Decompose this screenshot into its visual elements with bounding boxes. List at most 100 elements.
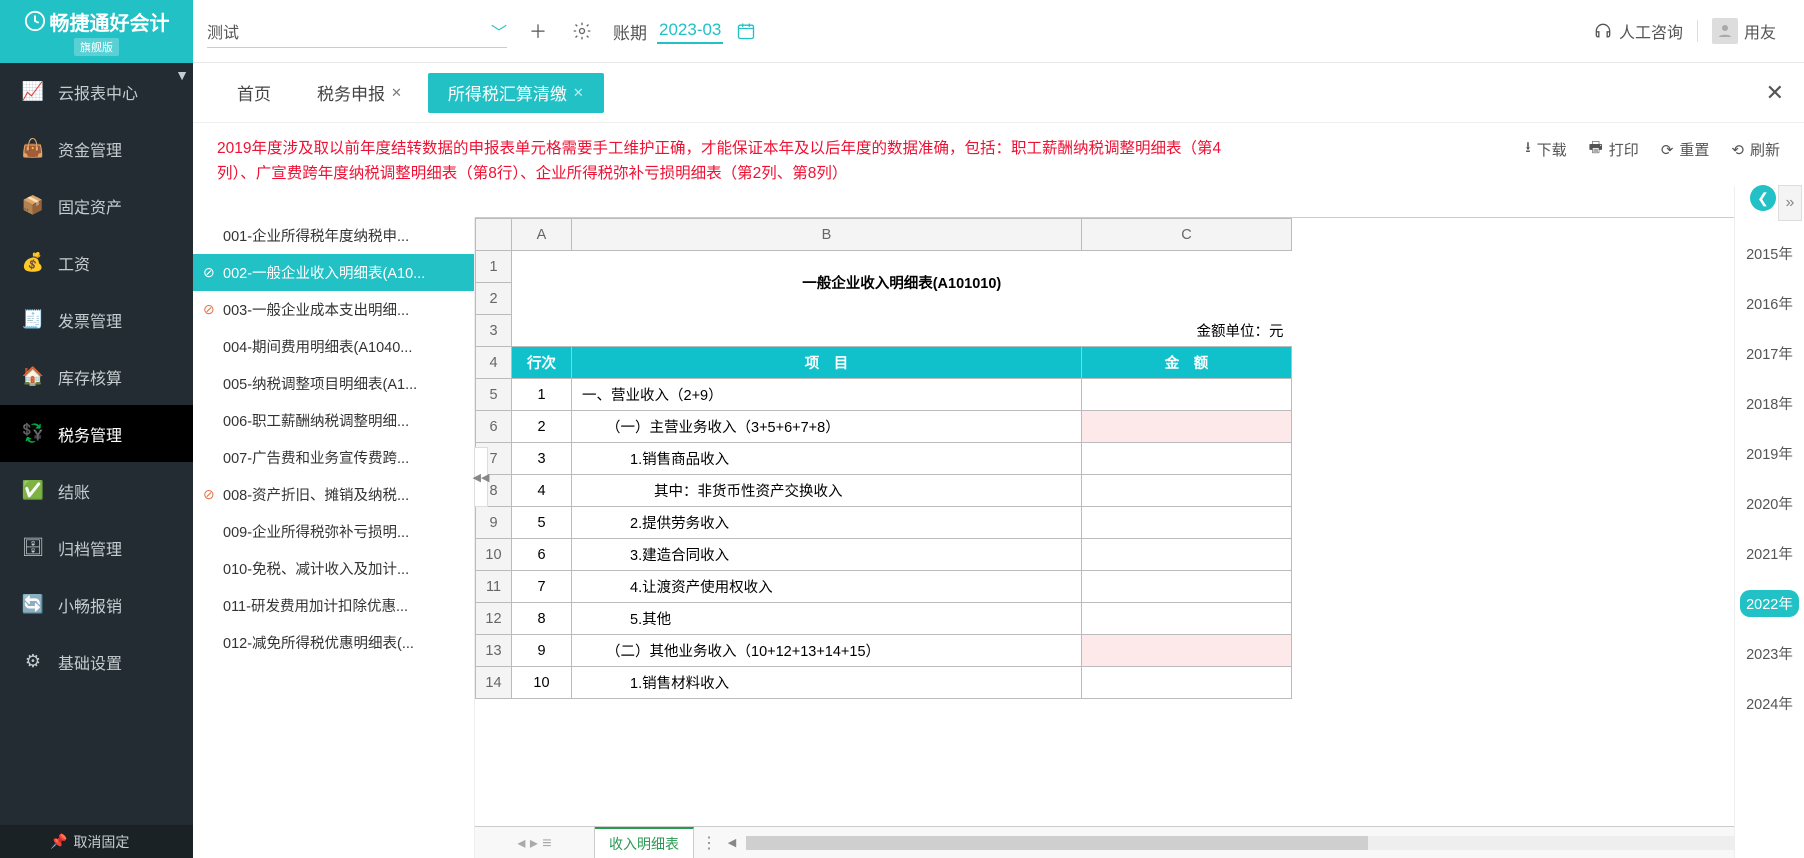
item-cell[interactable]: （二）其他业务收入（10+12+13+14+15） <box>572 635 1082 667</box>
sidebar-item[interactable]: 🔄小畅报销 <box>0 576 193 633</box>
amount-cell[interactable] <box>1082 539 1292 571</box>
unpin-button[interactable]: 📌 取消固定 <box>0 825 193 858</box>
page-tab[interactable]: 所得税汇算清缴✕ <box>428 73 604 113</box>
support-link[interactable]: 人工咨询 <box>1593 19 1683 43</box>
year-item[interactable]: 2019年 <box>1740 440 1799 467</box>
line-cell[interactable]: 5 <box>512 507 572 539</box>
sidebar-item[interactable]: 💱税务管理 <box>0 405 193 462</box>
item-cell[interactable]: 1.销售商品收入 <box>572 443 1082 475</box>
line-cell[interactable]: 9 <box>512 635 572 667</box>
year-item[interactable]: 2016年 <box>1740 290 1799 317</box>
line-cell[interactable]: 3 <box>512 443 572 475</box>
amount-cell[interactable] <box>1082 379 1292 411</box>
amount-cell[interactable] <box>1082 507 1292 539</box>
item-cell[interactable]: 一、营业收入（2+9） <box>572 379 1082 411</box>
add-button[interactable]: ＋ <box>525 18 551 44</box>
line-cell[interactable]: 2 <box>512 411 572 443</box>
sidebar-item[interactable]: 👜资金管理 <box>0 120 193 177</box>
year-rail-expand-icon[interactable]: » <box>1778 185 1802 221</box>
collapse-form-list-icon[interactable]: ◀◀ <box>474 447 488 507</box>
item-cell[interactable]: 1.销售材料收入 <box>572 667 1082 699</box>
sidebar-item[interactable]: 🏠库存核算 <box>0 348 193 405</box>
year-item[interactable]: 2022年 <box>1740 590 1799 617</box>
year-item[interactable]: 2021年 <box>1740 540 1799 567</box>
spreadsheet[interactable]: A B C 1一般企业收入明细表(A101010) 2 3金额单位：元 4 行次… <box>475 218 1292 699</box>
line-cell[interactable]: 7 <box>512 571 572 603</box>
year-item[interactable]: 2023年 <box>1740 640 1799 667</box>
calendar-icon[interactable] <box>733 18 759 44</box>
year-item[interactable]: 2017年 <box>1740 340 1799 367</box>
download-button[interactable]: ⭳下载 <box>1525 137 1566 162</box>
row-header[interactable]: 6 <box>476 411 512 443</box>
amount-cell[interactable] <box>1082 603 1292 635</box>
line-cell[interactable]: 4 <box>512 475 572 507</box>
amount-cell[interactable] <box>1082 475 1292 507</box>
item-cell[interactable]: 其中：非货币性资产交换收入 <box>572 475 1082 507</box>
form-list-item[interactable]: 011-研发费用加计扣除优惠... <box>193 587 474 624</box>
item-cell[interactable]: （一）主营业务收入（3+5+6+7+8） <box>572 411 1082 443</box>
sidebar-item[interactable]: 📦固定资产 <box>0 177 193 234</box>
item-cell[interactable]: 2.提供劳务收入 <box>572 507 1082 539</box>
year-item[interactable]: 2024年 <box>1740 690 1799 717</box>
sidebar-item[interactable]: 🧾发票管理 <box>0 291 193 348</box>
form-list-item[interactable]: ⊘002-一般企业收入明细表(A10... <box>193 254 474 291</box>
period-value[interactable]: 2023-03 <box>657 18 723 44</box>
tenant-select[interactable]: 测试 ﹀ <box>207 15 507 48</box>
form-list-item[interactable]: 009-企业所得税弥补亏损明... <box>193 513 474 550</box>
sidebar-item[interactable]: 💰工资 <box>0 234 193 291</box>
user-menu[interactable]: 用友 <box>1712 18 1776 44</box>
row-header[interactable]: 14 <box>476 667 512 699</box>
form-list-item[interactable]: ⊘008-资产折旧、摊销及纳税... <box>193 476 474 513</box>
form-list-item[interactable]: ⊘003-一般企业成本支出明细... <box>193 291 474 328</box>
tab-close-icon[interactable]: ✕ <box>573 85 584 101</box>
form-list-item[interactable]: 010-免税、减计收入及加计... <box>193 550 474 587</box>
page-tab[interactable]: 首页 <box>217 73 291 113</box>
year-item[interactable]: 2018年 <box>1740 390 1799 417</box>
sidebar-item[interactable]: 🗄归档管理 <box>0 519 193 576</box>
sidebar-item[interactable]: ✅结账 <box>0 462 193 519</box>
row-header[interactable]: 4 <box>476 347 512 379</box>
col-header-A[interactable]: A <box>512 219 572 251</box>
row-header[interactable]: 3 <box>476 315 512 347</box>
sheet-tab-active[interactable]: 收入明细表 <box>595 827 694 858</box>
amount-cell[interactable] <box>1082 667 1292 699</box>
row-header[interactable]: 5 <box>476 379 512 411</box>
sidebar-scroll-up-icon[interactable]: ▼ <box>175 67 189 83</box>
form-list-item[interactable]: 007-广告费和业务宣传费跨... <box>193 439 474 476</box>
row-header[interactable]: 11 <box>476 571 512 603</box>
reset-button[interactable]: ⟳重置 <box>1661 139 1710 160</box>
page-tab[interactable]: 税务申报✕ <box>297 73 422 113</box>
year-item[interactable]: 2015年 <box>1740 240 1799 267</box>
settings-icon[interactable] <box>569 18 595 44</box>
row-header[interactable]: 9 <box>476 507 512 539</box>
sidebar-item[interactable]: 📈云报表中心 <box>0 63 193 120</box>
col-header-C[interactable]: C <box>1082 219 1292 251</box>
amount-cell[interactable] <box>1082 571 1292 603</box>
select-all-cell[interactable] <box>476 219 512 251</box>
amount-cell[interactable] <box>1082 411 1292 443</box>
row-header[interactable]: 10 <box>476 539 512 571</box>
tab-close-icon[interactable]: ✕ <box>391 85 402 101</box>
refresh-button[interactable]: ⟲刷新 <box>1731 139 1780 160</box>
year-item[interactable]: 2020年 <box>1740 490 1799 517</box>
item-cell[interactable]: 4.让渡资产使用权收入 <box>572 571 1082 603</box>
line-cell[interactable]: 6 <box>512 539 572 571</box>
form-list-item[interactable]: 006-职工薪酬纳税调整明细... <box>193 402 474 439</box>
amount-cell[interactable] <box>1082 443 1292 475</box>
form-list-item[interactable]: 001-企业所得税年度纳税申... <box>193 217 474 254</box>
row-header[interactable]: 2 <box>476 283 512 315</box>
row-header[interactable]: 1 <box>476 251 512 283</box>
col-header-B[interactable]: B <box>572 219 1082 251</box>
item-cell[interactable]: 3.建造合同收入 <box>572 539 1082 571</box>
close-all-tabs-icon[interactable]: ✕ <box>1766 80 1784 106</box>
sidebar-item[interactable]: ⚙基础设置 <box>0 633 193 690</box>
line-cell[interactable]: 1 <box>512 379 572 411</box>
row-header[interactable]: 12 <box>476 603 512 635</box>
print-button[interactable]: 🖶打印 <box>1589 137 1639 162</box>
row-header[interactable]: 13 <box>476 635 512 667</box>
form-list-item[interactable]: 012-减免所得税优惠明细表(... <box>193 624 474 661</box>
horizontal-scrollbar[interactable]: ◀▶ <box>724 827 1804 858</box>
line-cell[interactable]: 8 <box>512 603 572 635</box>
line-cell[interactable]: 10 <box>512 667 572 699</box>
form-list-item[interactable]: 005-纳税调整项目明细表(A1... <box>193 365 474 402</box>
